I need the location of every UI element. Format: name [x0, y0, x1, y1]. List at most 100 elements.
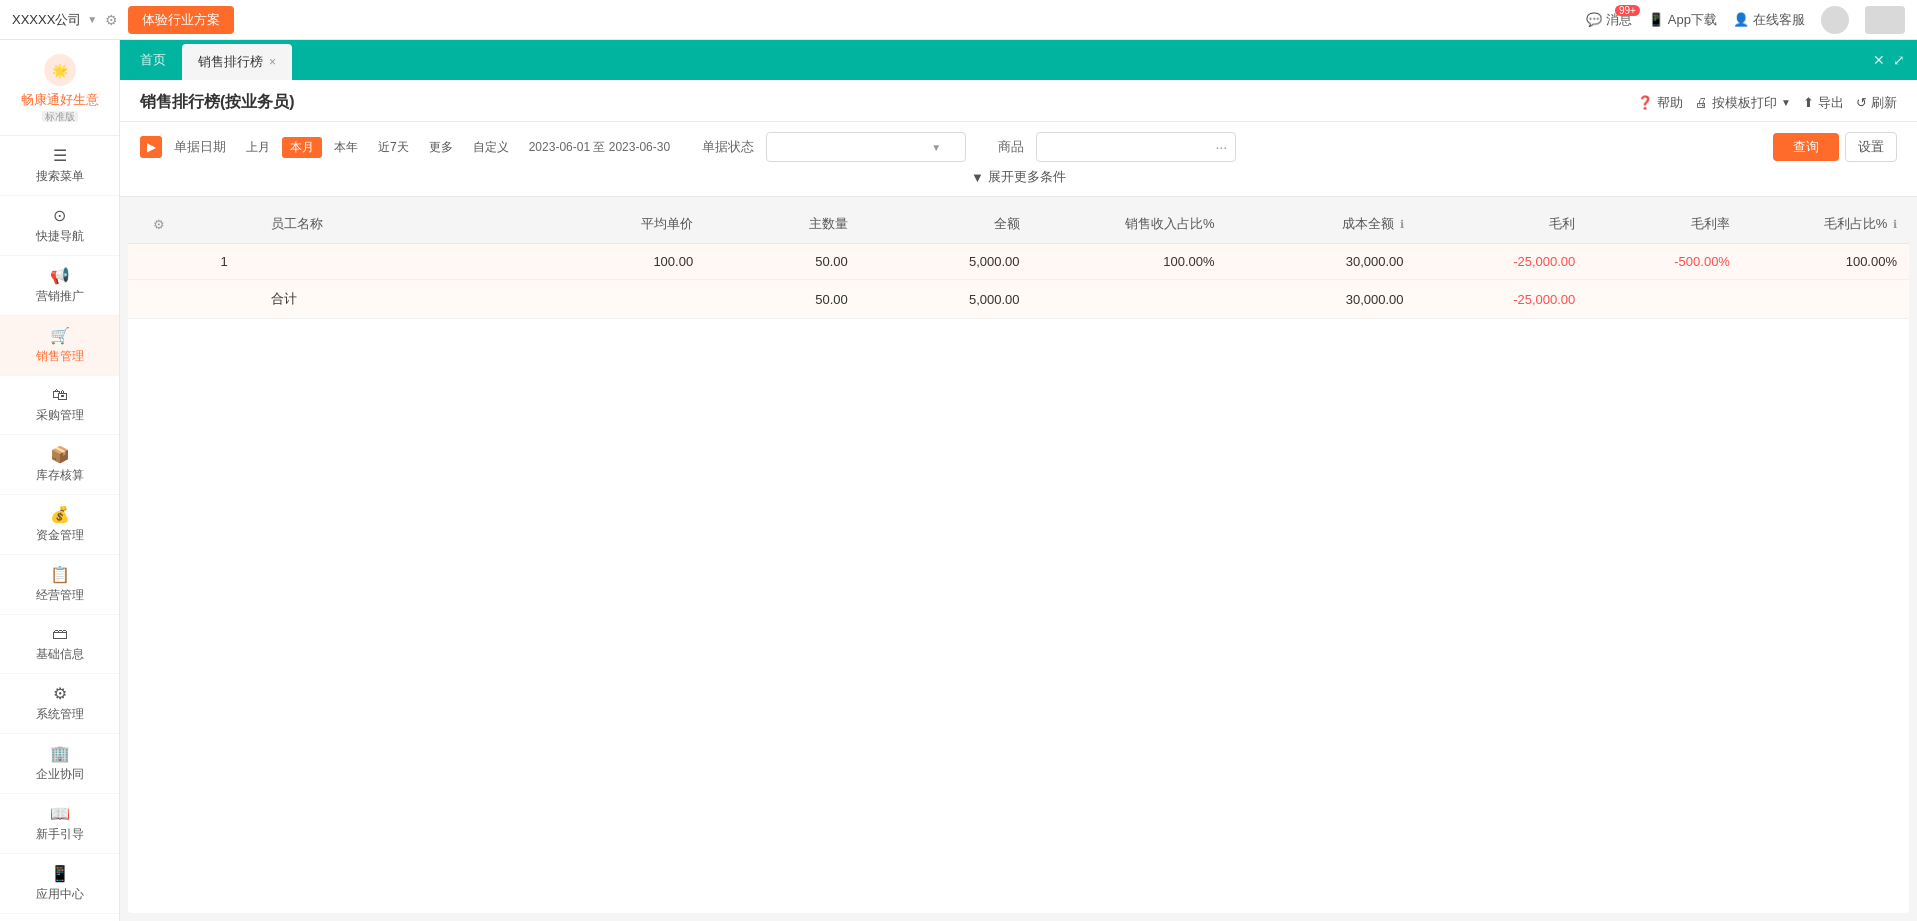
sidebar-marketing-label: 营销推广	[36, 288, 84, 305]
app-download-button[interactable]: 📱 App下载	[1648, 11, 1717, 29]
gross-pct-info-icon[interactable]: ℹ	[1893, 218, 1897, 230]
goods-input[interactable]	[1045, 140, 1215, 155]
sales-icon: 🛒	[50, 326, 70, 345]
service-icon: 👤	[1733, 12, 1749, 27]
date-option-7days[interactable]: 近7天	[370, 137, 417, 158]
sidebar-item-sales[interactable]: 🛒 销售管理	[0, 316, 119, 376]
sidebar-item-quick-nav[interactable]: ⊙ 快捷导航	[0, 196, 119, 256]
message-button[interactable]: 💬 消息 99+	[1586, 11, 1632, 29]
filter-actions: 查询 设置	[1773, 132, 1897, 162]
top-header: XXXXX公司 ▼ ⚙ 体验行业方案 💬 消息 99+ 📱 App下载 👤 在线…	[0, 0, 1917, 40]
sidebar-purchase-label: 采购管理	[36, 407, 84, 424]
sidebar: 🌟 畅康通好生意 标准版 ☰ 搜索菜单 ⊙ 快捷导航 📢 营销推广 🛒 销售管理…	[0, 40, 120, 921]
finance-icon: 💰	[50, 505, 70, 524]
page-title: 销售排行榜(按业务员)	[140, 92, 295, 113]
date-option-prev-month[interactable]: 上月	[238, 137, 278, 158]
inventory-icon: 📦	[50, 445, 70, 464]
date-option-this-month[interactable]: 本月	[282, 137, 322, 158]
sidebar-item-basic[interactable]: 🗃 基础信息	[0, 615, 119, 674]
table-container: ⚙ 员工名称 平均单价 主数量	[128, 205, 1909, 913]
download-icon: 📱	[1648, 12, 1664, 27]
date-option-more[interactable]: 更多	[421, 137, 461, 158]
sidebar-basic-label: 基础信息	[36, 646, 84, 663]
tab-close-icon[interactable]: ×	[269, 55, 276, 69]
apps-icon: 📱	[50, 864, 70, 883]
search-menu-icon: ☰	[53, 146, 67, 165]
basic-icon: 🗃	[52, 625, 68, 643]
row-amount: 5,000.00	[860, 244, 1032, 280]
sidebar-system-label: 系统管理	[36, 706, 84, 723]
col-rank	[190, 205, 259, 244]
quick-nav-icon: ⊙	[53, 206, 66, 225]
sidebar-apps-label: 应用中心	[36, 886, 84, 903]
query-button[interactable]: 查询	[1773, 133, 1839, 161]
col-cost: 成本全额 ℹ	[1227, 205, 1416, 244]
main-layout: 🌟 畅康通好生意 标准版 ☰ 搜索菜单 ⊙ 快捷导航 📢 营销推广 🛒 销售管理…	[0, 40, 1917, 921]
filter-collapse-arrow[interactable]: ▶	[140, 136, 162, 158]
sidebar-item-system[interactable]: ⚙ 系统管理	[0, 674, 119, 734]
tab-sales-rank-label: 销售排行榜	[198, 53, 263, 71]
sidebar-item-purchase[interactable]: 🛍 采购管理	[0, 376, 119, 435]
date-label: 单据日期	[174, 138, 226, 156]
trial-button[interactable]: 体验行业方案	[128, 6, 234, 34]
online-service-button[interactable]: 👤 在线客服	[1733, 11, 1805, 29]
col-sales-pct: 销售收入占比%	[1032, 205, 1227, 244]
row-rank: 1	[190, 244, 259, 280]
sidebar-search-label: 搜索菜单	[36, 168, 84, 185]
sidebar-item-finance[interactable]: 💰 资金管理	[0, 495, 119, 555]
page-header: 销售排行榜(按业务员) ❓ 帮助 🖨 按模板打印 ▼ ⬆ 导出	[120, 80, 1917, 122]
table-footer-row: 合计 50.00 5,000.00 30,000.00 -25,000.00	[128, 280, 1909, 319]
sidebar-item-wechat[interactable]: 💬 企业微信	[0, 914, 119, 921]
sidebar-item-enterprise[interactable]: 🏢 企业协同	[0, 734, 119, 794]
settings-button[interactable]: 设置	[1845, 132, 1897, 162]
row-avg-price: 100.00	[533, 244, 705, 280]
sidebar-item-operations[interactable]: 📋 经营管理	[0, 555, 119, 615]
row-qty: 50.00	[705, 244, 860, 280]
goods-label: 商品	[998, 138, 1024, 156]
row-gross-rate: -500.00%	[1587, 244, 1742, 280]
goods-more-icon[interactable]: ···	[1215, 139, 1227, 155]
sidebar-item-inventory[interactable]: 📦 库存核算	[0, 435, 119, 495]
status-select[interactable]: ▼	[766, 132, 966, 162]
status-label: 单据状态	[702, 138, 754, 156]
company-selector[interactable]: XXXXX公司 ▼	[12, 11, 97, 29]
date-option-this-year[interactable]: 本年	[326, 137, 366, 158]
sidebar-finance-label: 资金管理	[36, 527, 84, 544]
footer-gross: -25,000.00	[1416, 280, 1588, 319]
content-area: 首页 销售排行榜 × ✕ ⤢ 销售排行榜(按业务员) ❓ 帮助	[120, 40, 1917, 921]
sidebar-operations-label: 经营管理	[36, 587, 84, 604]
tab-maximize-icon[interactable]: ⤢	[1893, 52, 1905, 68]
help-button[interactable]: ❓ 帮助	[1637, 94, 1683, 112]
print-button[interactable]: 🖨 按模板打印 ▼	[1695, 94, 1791, 112]
export-button[interactable]: ⬆ 导出	[1803, 94, 1844, 112]
expand-filter-button[interactable]: ▼ 展开更多条件	[971, 168, 1066, 186]
date-option-custom[interactable]: 自定义	[465, 137, 517, 158]
sidebar-quick-nav-label: 快捷导航	[36, 228, 84, 245]
tab-bar-right: ✕ ⤢	[1873, 52, 1913, 68]
message-badge: 99+	[1615, 5, 1640, 16]
sidebar-item-newbie[interactable]: 📖 新手引导	[0, 794, 119, 854]
col-avg-price: 平均单价	[533, 205, 705, 244]
tab-sales-rank[interactable]: 销售排行榜 ×	[182, 44, 292, 80]
footer-cost: 30,000.00	[1227, 280, 1416, 319]
system-icon: ⚙	[53, 684, 67, 703]
company-chevron-icon: ▼	[87, 14, 97, 25]
col-settings[interactable]: ⚙	[128, 205, 190, 244]
sales-rank-table: ⚙ 员工名称 平均单价 主数量	[128, 205, 1909, 319]
tab-home[interactable]: 首页	[124, 40, 182, 80]
footer-avg-price	[533, 280, 705, 319]
cost-info-icon[interactable]: ℹ	[1400, 218, 1404, 230]
col-gross: 毛利	[1416, 205, 1588, 244]
refresh-button[interactable]: ↺ 刷新	[1856, 94, 1897, 112]
tab-home-label: 首页	[140, 51, 166, 69]
tab-minimize-icon[interactable]: ✕	[1873, 52, 1885, 68]
sidebar-item-apps[interactable]: 📱 应用中心	[0, 854, 119, 914]
footer-label: 合计	[259, 280, 534, 319]
sidebar-item-search[interactable]: ☰ 搜索菜单	[0, 136, 119, 196]
company-settings-icon[interactable]: ⚙	[105, 12, 118, 28]
logo-badge: 标准版	[42, 111, 78, 122]
sidebar-item-marketing[interactable]: 📢 营销推广	[0, 256, 119, 316]
footer-gross-pct	[1742, 280, 1909, 319]
col-gross-pct: 毛利占比% ℹ	[1742, 205, 1909, 244]
avatar[interactable]	[1821, 6, 1849, 34]
